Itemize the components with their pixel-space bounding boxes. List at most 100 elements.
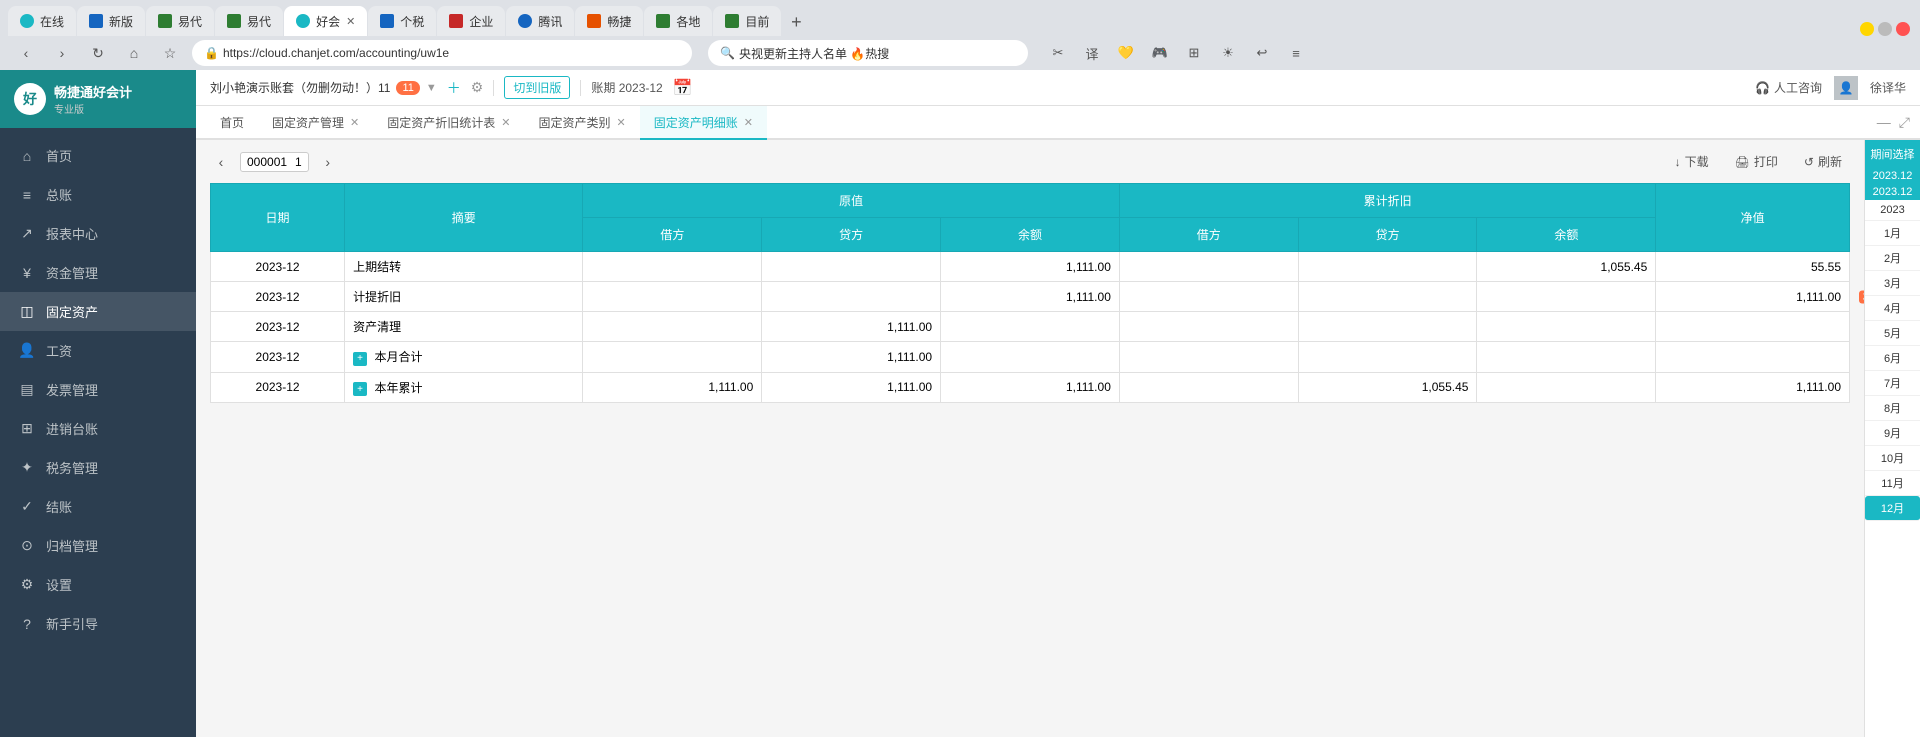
browser-tab-8[interactable]: 腾讯 xyxy=(506,6,574,36)
prev-page-button[interactable]: ‹ xyxy=(210,151,232,173)
archive-icon: ⊙ xyxy=(18,537,36,554)
address-bar: ‹ › ↻ ⌂ ☆ 🔒 https://cloud.chanjet.com/ac… xyxy=(0,36,1920,70)
sidebar-item-invoices[interactable]: ▤ 发票管理 xyxy=(0,370,196,409)
window-restore-button[interactable] xyxy=(1878,22,1892,36)
browser-tab-11[interactable]: 目前 xyxy=(713,6,781,36)
browser-tab-10[interactable]: 各地 xyxy=(644,6,712,36)
service-button[interactable]: 🎧 人工咨询 xyxy=(1755,79,1822,96)
calendar-icon[interactable]: 📅 xyxy=(673,78,693,98)
scissors-icon[interactable]: ✂ xyxy=(1044,39,1072,67)
sidebar-item-home[interactable]: ⌂ 首页 xyxy=(0,136,196,175)
period-month-4[interactable]: 4月 xyxy=(1865,296,1920,321)
window-close-button[interactable] xyxy=(1896,22,1910,36)
print-button[interactable]: 🖨 打印 xyxy=(1727,150,1786,173)
browser-tab-5[interactable]: 好会 ✕ xyxy=(284,6,367,36)
search-box[interactable]: 🔍 央视更新主持人名单 🔥热搜 xyxy=(708,40,1028,66)
sidebar-item-settings[interactable]: ⚙ 设置 xyxy=(0,565,196,604)
brightness-icon[interactable]: ☀ xyxy=(1214,39,1242,67)
tab-fixed-asset-cat-close-icon[interactable]: ✕ xyxy=(617,116,626,129)
browser-tab-7[interactable]: 企业 xyxy=(437,6,505,36)
page-number[interactable]: 000001 xyxy=(247,155,287,169)
period-year[interactable]: 2023 xyxy=(1865,200,1920,221)
download-button[interactable]: ↓ 下载 xyxy=(1667,150,1717,173)
wallet-icon[interactable]: 💛 xyxy=(1112,39,1140,67)
home-button[interactable]: ⌂ xyxy=(120,39,148,67)
tab-fixed-asset-detail[interactable]: 固定资产明细账 ✕ xyxy=(640,106,767,140)
reports-icon: ↗ xyxy=(18,225,36,242)
tab-fixed-asset-depr-close-icon[interactable]: ✕ xyxy=(501,116,510,129)
period-month-5[interactable]: 5月 xyxy=(1865,321,1920,346)
page-tab-bar: 首页 固定资产管理 ✕ 固定资产折旧统计表 ✕ 固定资产类别 ✕ 固定资产明细账… xyxy=(196,106,1920,140)
sidebar-item-funds[interactable]: ¥ 资金管理 xyxy=(0,253,196,292)
period-month-10[interactable]: 10月 xyxy=(1865,446,1920,471)
forward-button[interactable]: › xyxy=(48,39,76,67)
browser-tab-4[interactable]: 易代 xyxy=(215,6,283,36)
period-month-7[interactable]: 7月 xyxy=(1865,371,1920,396)
tab-minimize-icon[interactable]: — xyxy=(1877,114,1891,130)
refresh-button[interactable]: ↻ xyxy=(84,39,112,67)
browser-tab-3[interactable]: 易代 xyxy=(146,6,214,36)
back-button[interactable]: ‹ xyxy=(12,39,40,67)
row1-acc-debit xyxy=(1119,252,1298,282)
url-bar[interactable]: 🔒 https://cloud.chanjet.com/accounting/u… xyxy=(192,40,692,66)
translate-icon[interactable]: 译 xyxy=(1078,39,1106,67)
next-page-button[interactable]: › xyxy=(317,151,339,173)
bookmark-button[interactable]: ☆ xyxy=(156,39,184,67)
browser-tab-2[interactable]: 新版 xyxy=(77,6,145,36)
period-month-2[interactable]: 2月 xyxy=(1865,246,1920,271)
sidebar-nav: ⌂ 首页 ≡ 总账 ↗ 报表中心 ¥ 资金管理 ◫ 固定资产 👤 工资 xyxy=(0,128,196,737)
period-month-3[interactable]: 3月 xyxy=(1865,271,1920,296)
settings-gear-icon[interactable]: ⚙ xyxy=(471,79,484,96)
period-month-8[interactable]: 8月 xyxy=(1865,396,1920,421)
row3-summary: 资产清理 xyxy=(345,312,583,342)
period-month-12[interactable]: 12月 xyxy=(1865,496,1920,521)
fixed-assets-icon: ◫ xyxy=(18,303,36,320)
window-minimize-button[interactable] xyxy=(1860,22,1874,36)
switch-version-button[interactable]: 切到旧版 xyxy=(504,76,570,99)
tab-fixed-asset-detail-close-icon[interactable]: ✕ xyxy=(744,116,753,129)
game-icon[interactable]: 🎮 xyxy=(1146,39,1174,67)
period-month-6[interactable]: 6月 xyxy=(1865,346,1920,371)
th-acc-debit: 借方 xyxy=(1119,218,1298,252)
tab-expand-icon[interactable]: ⤢ xyxy=(1899,114,1910,131)
period-month-9[interactable]: 9月 xyxy=(1865,421,1920,446)
new-tab-button[interactable]: + xyxy=(782,8,810,36)
company-selector[interactable]: 刘小艳演示账套（勿删勿动！）11 11 ▼ xyxy=(210,79,437,96)
tab-5-close-icon[interactable]: ✕ xyxy=(346,15,355,28)
period-month-11[interactable]: 11月 xyxy=(1865,471,1920,496)
sidebar-item-tax[interactable]: ✦ 税务管理 xyxy=(0,448,196,487)
more-icon[interactable]: ≡ xyxy=(1282,39,1310,67)
refresh-button[interactable]: ↺ 刷新 xyxy=(1796,150,1850,173)
undo-icon[interactable]: ↩ xyxy=(1248,39,1276,67)
grid-icon[interactable]: ⊞ xyxy=(1180,39,1208,67)
period-month-1[interactable]: 1月 xyxy=(1865,221,1920,246)
th-date: 日期 xyxy=(211,184,345,252)
sidebar-item-closing[interactable]: ✓ 结账 xyxy=(0,487,196,526)
add-company-icon[interactable]: ＋ xyxy=(447,78,461,98)
sidebar-item-payroll-label: 工资 xyxy=(46,341,72,360)
tab-fixed-asset-depr[interactable]: 固定资产折旧统计表 ✕ xyxy=(373,106,524,140)
row1-acc-credit xyxy=(1298,252,1477,282)
sidebar-item-general-ledger[interactable]: ≡ 总账 xyxy=(0,175,196,214)
sidebar-item-reports[interactable]: ↗ 报表中心 xyxy=(0,214,196,253)
tab-fixed-asset-mgmt[interactable]: 固定资产管理 ✕ xyxy=(258,106,373,140)
tab-home[interactable]: 首页 xyxy=(206,106,258,140)
row5-orig-balance: 1,111.00 xyxy=(941,372,1120,403)
row2-orig-debit xyxy=(583,282,762,312)
browser-tab-1[interactable]: 在线 xyxy=(8,6,76,36)
browser-tab-9[interactable]: 畅捷 xyxy=(575,6,643,36)
main-panel: ‹ 000001 1 › ↓ 下载 xyxy=(196,140,1864,737)
tab-fixed-asset-cat[interactable]: 固定资产类别 ✕ xyxy=(524,106,639,140)
browser-tab-bar: 在线 新版 易代 易代 好会 ✕ 个税 企业 xyxy=(0,0,1920,36)
sidebar-item-guide[interactable]: ? 新手引导 xyxy=(0,604,196,643)
sidebar-item-inventory[interactable]: ⊞ 进销台账 xyxy=(0,409,196,448)
tab-fixed-asset-mgmt-close-icon[interactable]: ✕ xyxy=(350,116,359,129)
nav-controls: ‹ 000001 1 › xyxy=(210,151,339,173)
user-name[interactable]: 徐译华 xyxy=(1870,79,1906,96)
sidebar-item-archive[interactable]: ⊙ 归档管理 xyxy=(0,526,196,565)
sidebar-item-fixed-assets[interactable]: ◫ 固定资产 xyxy=(0,292,196,331)
row4-orig-debit xyxy=(583,342,762,373)
account-period-label: 账期 2023-12 xyxy=(591,79,662,96)
browser-tab-6[interactable]: 个税 xyxy=(368,6,436,36)
sidebar-item-payroll[interactable]: 👤 工资 xyxy=(0,331,196,370)
